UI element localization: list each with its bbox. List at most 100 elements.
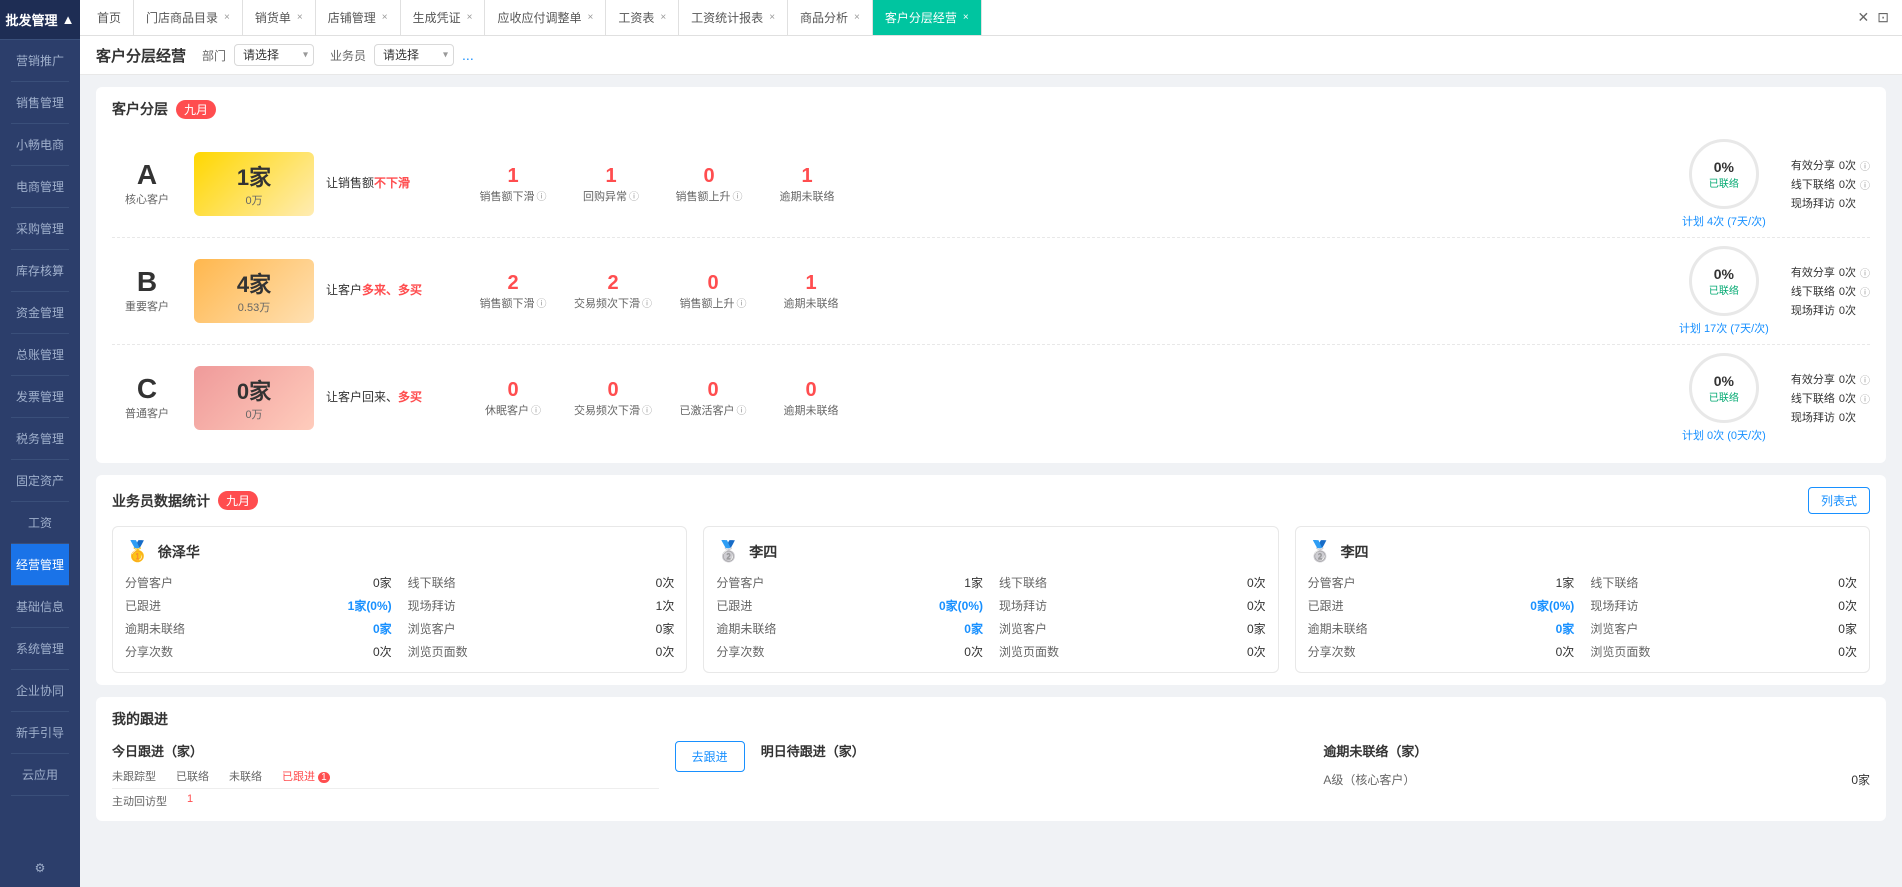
followup-btn-col: 去跟进 <box>675 741 745 772</box>
data-val-2-3: 0次 <box>1838 597 1857 614</box>
data-val-0-1: 0次 <box>656 574 675 591</box>
sidebar-item-xiaodian[interactable]: 小畅电商 <box>11 124 69 166</box>
sidebar-item-zijin[interactable]: 资金管理 <box>11 292 69 334</box>
data-label-2-1: 线下联络 <box>1590 574 1638 591</box>
circle-pct-c: 0% <box>1714 373 1734 389</box>
tab-shangpin[interactable]: 商品分析× <box>788 0 873 36</box>
tab-close-mendiangl[interactable]: × <box>382 12 388 23</box>
stat-label-c-2: 已激活客户 ⓘ <box>680 402 747 418</box>
tier-stat-a-3: 1逾期未联络 <box>762 161 852 208</box>
right-info-icon[interactable]: ⓘ <box>1860 372 1870 387</box>
right-stat-val-c-2: 0次 <box>1839 409 1856 425</box>
stat-num-b-3: 1 <box>805 272 816 295</box>
tab-kehu[interactable]: 客户分层经营× <box>873 0 982 36</box>
info-icon[interactable]: ⓘ <box>642 295 652 310</box>
tab-home[interactable]: 首页 <box>85 0 134 36</box>
right-info-icon[interactable]: ⓘ <box>1860 265 1870 280</box>
sales-card-header-1: 🥈李四 <box>716 539 1265 564</box>
info-icon[interactable]: ⓘ <box>531 402 541 417</box>
right-info-icon[interactable]: ⓘ <box>1860 284 1870 299</box>
sidebar-item-yingxiao[interactable]: 营销推广 <box>11 40 69 82</box>
sidebar-gear-item[interactable]: ⚙ <box>0 849 80 887</box>
sidebar-header[interactable]: 批发管理 ▲ <box>0 0 80 40</box>
info-icon[interactable]: ⓘ <box>737 402 747 417</box>
close-window-icon[interactable]: ✕ <box>1858 9 1870 26</box>
info-icon[interactable]: ⓘ <box>537 188 547 203</box>
sidebar-item-qiye[interactable]: 企业协同 <box>11 670 69 712</box>
tier-right-stats-a: 有效分享0次ⓘ线下联络0次ⓘ现场拜访0次 <box>1791 157 1870 211</box>
goto-followup-btn[interactable]: 去跟进 <box>675 741 745 772</box>
tab-pingzheng[interactable]: 生成凭证× <box>401 0 486 36</box>
list-view-btn[interactable]: 列表式 <box>1808 487 1870 514</box>
data-val-1-2[interactable]: 0家(0%) <box>939 597 983 614</box>
tab-actions: ✕ ⊡ <box>1850 9 1897 26</box>
tab-close-xiaohuo[interactable]: × <box>297 12 303 23</box>
sidebar-item-yun[interactable]: 云应用 <box>11 754 69 796</box>
sales-select[interactable]: 请选择 <box>374 44 454 66</box>
sales-name-0: 徐泽华 <box>158 542 200 562</box>
sales-data-row-0-2: 已跟进 1家(0%) <box>125 597 392 614</box>
sidebar-item-xiaoshou[interactable]: 销售管理 <box>11 82 69 124</box>
tab-yingshoufufu[interactable]: 应收应付调整单× <box>485 0 606 36</box>
tab-close-kehu[interactable]: × <box>963 12 969 23</box>
tab-xiaohuo[interactable]: 销货单× <box>243 0 316 36</box>
tab-gongzitj[interactable]: 工资统计报表× <box>679 0 788 36</box>
data-val-1-4[interactable]: 0家 <box>964 620 983 637</box>
data-val-2-2[interactable]: 0家(0%) <box>1530 597 1574 614</box>
sidebar-item-xitong[interactable]: 系统管理 <box>11 628 69 670</box>
more-filter-btn[interactable]: ... <box>462 47 474 63</box>
tab-close-mendian[interactable]: × <box>224 12 230 23</box>
sidebar-item-caigou[interactable]: 采购管理 <box>11 208 69 250</box>
tab-close-gongzitj[interactable]: × <box>769 12 775 23</box>
data-val-2-4[interactable]: 0家 <box>1556 620 1575 637</box>
info-icon[interactable]: ⓘ <box>733 188 743 203</box>
followup-section: 我的跟进 今日跟进（家） 未跟踪型 已联络 未联络 已跟进 1 主动回访型 1 <box>96 697 1886 821</box>
sales-data-row-1-6: 分享次数0次 <box>716 643 983 660</box>
right-info-icon[interactable]: ⓘ <box>1860 177 1870 192</box>
sidebar-item-gudingzichan[interactable]: 固定资产 <box>11 460 69 502</box>
sidebar-item-xinshou[interactable]: 新手引导 <box>11 712 69 754</box>
tab-close-gongzi[interactable]: × <box>660 12 666 23</box>
tab-close-yingshoufufu[interactable]: × <box>587 12 593 23</box>
data-val-0-4[interactable]: 0家 <box>373 620 392 637</box>
sidebar-item-gongzi[interactable]: 工资 <box>11 502 69 544</box>
circle-pct-a: 0% <box>1714 159 1734 175</box>
right-info-icon[interactable]: ⓘ <box>1860 391 1870 406</box>
sales-select-wrapper[interactable]: 请选择 <box>374 44 454 66</box>
circle-pct-b: 0% <box>1714 266 1734 282</box>
sidebar-item-dianshang[interactable]: 电商管理 <box>11 166 69 208</box>
restore-window-icon[interactable]: ⊡ <box>1877 9 1889 26</box>
tab-close-shangpin[interactable]: × <box>854 12 860 23</box>
stat-num-a-1: 1 <box>605 165 616 188</box>
followup-header: 我的跟进 <box>112 709 1870 729</box>
tab-close-pingzheng[interactable]: × <box>467 12 473 23</box>
sidebar-item-jingying[interactable]: 经营管理 <box>11 544 69 586</box>
tier-label-a: A核心客户 <box>112 161 182 207</box>
sidebar-item-shuiwu[interactable]: 税务管理 <box>11 418 69 460</box>
sidebar-item-fapiao[interactable]: 发票管理 <box>11 376 69 418</box>
info-icon[interactable]: ⓘ <box>629 188 639 203</box>
info-icon[interactable]: ⓘ <box>737 295 747 310</box>
dept-select[interactable]: 请选择 <box>234 44 314 66</box>
right-stat-label-a-1: 线下联络 <box>1791 176 1835 192</box>
info-icon[interactable]: ⓘ <box>642 402 652 417</box>
info-icon[interactable]: ⓘ <box>537 295 547 310</box>
tab-gongzi[interactable]: 工资表× <box>606 0 679 36</box>
sidebar-item-jichu[interactable]: 基础信息 <box>11 586 69 628</box>
tab-mendian[interactable]: 门店商品目录× <box>134 0 243 36</box>
data-val-0-2[interactable]: 1家(0%) <box>348 597 392 614</box>
tier-label-c: C普通客户 <box>112 375 182 421</box>
followup-grid: 今日跟进（家） 未跟踪型 已联络 未联络 已跟进 1 主动回访型 1 去跟进 <box>112 741 1870 809</box>
sidebar-item-kucun[interactable]: 库存核算 <box>11 250 69 292</box>
data-label-1-1: 线下联络 <box>999 574 1047 591</box>
tab-mendiangl[interactable]: 店铺管理× <box>316 0 401 36</box>
followup-overdue-a-label: A级（核心客户） <box>1323 771 1415 788</box>
right-stat-label-a-0: 有效分享 <box>1791 157 1835 173</box>
data-label-2-2: 已跟进 <box>1308 597 1344 614</box>
sidebar-item-zongzhang[interactable]: 总账管理 <box>11 334 69 376</box>
tier-stat-b-0: 2销售额下滑 ⓘ <box>468 268 558 315</box>
data-label-0-2: 已跟进 <box>125 597 161 614</box>
dept-select-wrapper[interactable]: 请选择 <box>234 44 314 66</box>
right-info-icon[interactable]: ⓘ <box>1860 158 1870 173</box>
stat-label-c-0: 休眠客户 ⓘ <box>485 402 541 418</box>
